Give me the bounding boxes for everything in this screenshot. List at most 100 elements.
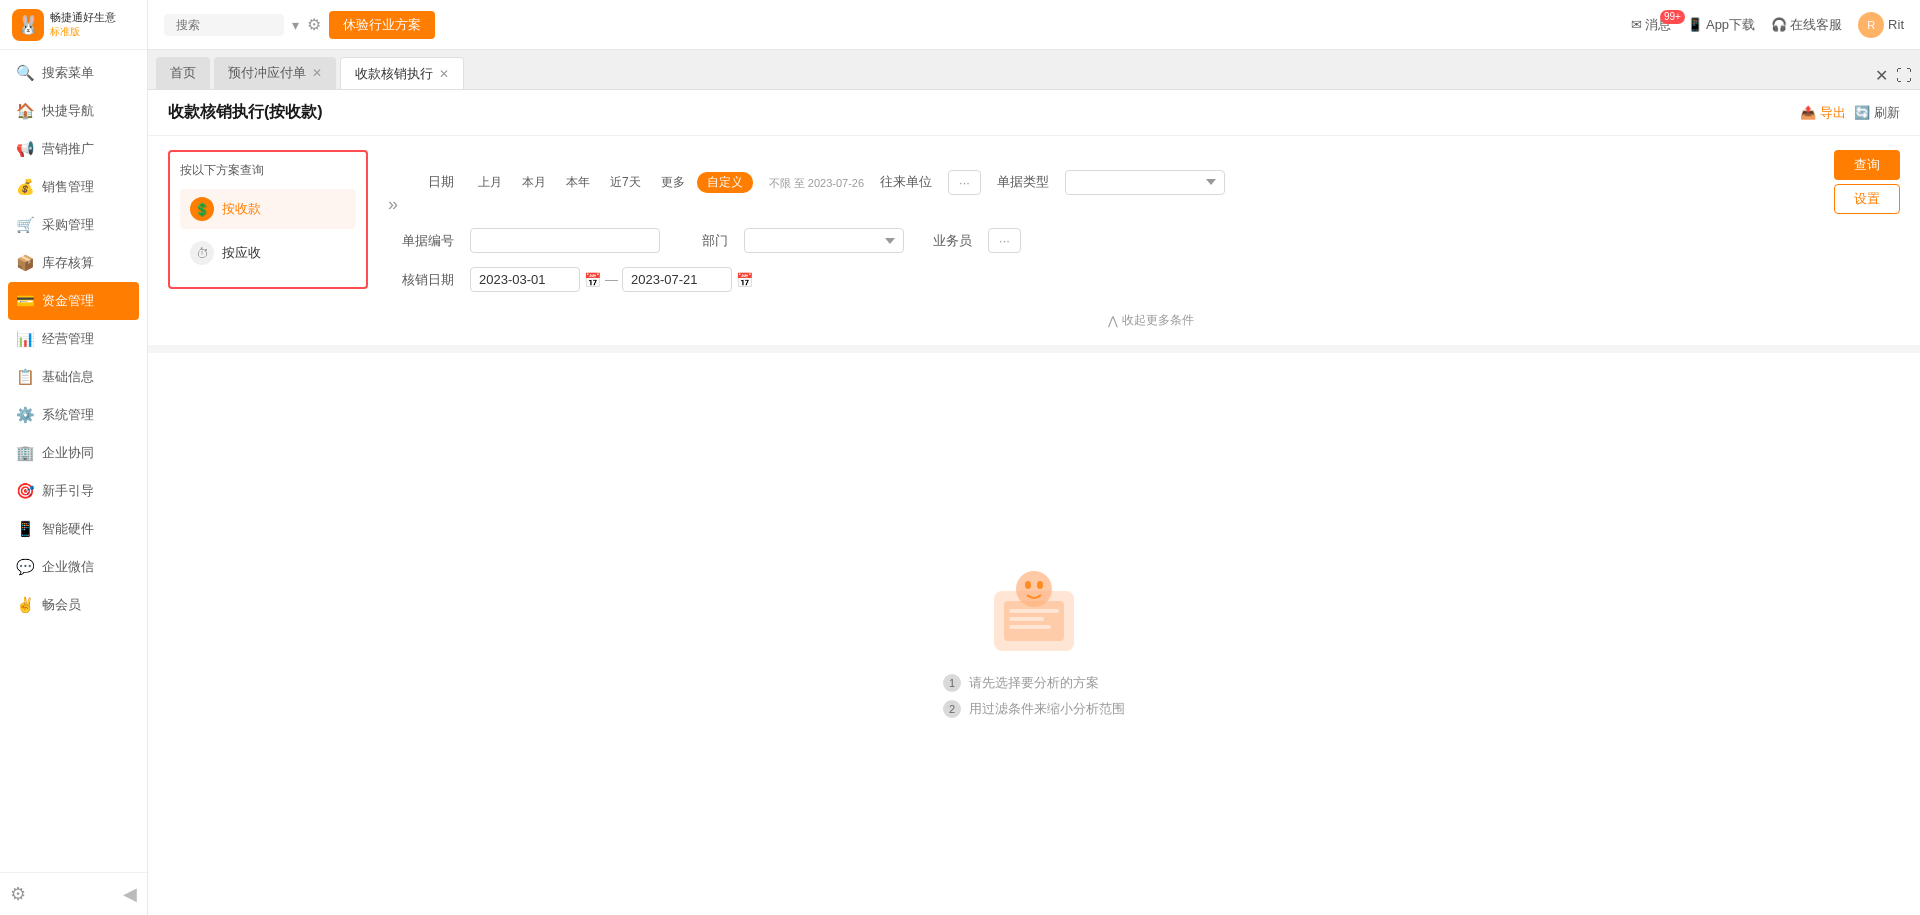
download-icon: 📱 bbox=[1687, 17, 1703, 32]
staff-label: 业务员 bbox=[920, 232, 972, 250]
partner-input[interactable]: ··· bbox=[948, 170, 981, 195]
username: Rit bbox=[1888, 17, 1904, 32]
date-no-limit: 不限 至 2023-07-26 bbox=[769, 176, 864, 191]
sidebar-item-search[interactable]: 🔍 搜索菜单 bbox=[0, 54, 147, 92]
sidebar-item-operation[interactable]: 📊 经营管理 bbox=[0, 320, 147, 358]
empty-tip-2: 2 用过滤条件来缩小分析范围 bbox=[943, 700, 1125, 718]
sidebar-item-purchase[interactable]: 🛒 采购管理 bbox=[0, 206, 147, 244]
doc-type-label: 单据类型 bbox=[997, 173, 1049, 191]
export-icon: 📤 bbox=[1800, 105, 1816, 120]
topbar-right: ✉ 消息 99+ 📱 App下载 🎧 在线客服 R Rit bbox=[1631, 12, 1904, 38]
date-label: 日期 bbox=[402, 173, 454, 191]
date-btn-this-month[interactable]: 本月 bbox=[514, 172, 554, 193]
newbie-icon: 🎯 bbox=[16, 482, 34, 500]
calendar-to-icon[interactable]: 📅 bbox=[736, 272, 753, 288]
topbar-left: ▾ ⚙ 休验行业方案 bbox=[164, 11, 435, 39]
date-btn-7days[interactable]: 近7天 bbox=[602, 172, 649, 193]
filter-row-3: 核销日期 📅 — 📅 bbox=[402, 267, 1900, 292]
export-button[interactable]: 📤 导出 bbox=[1800, 104, 1846, 122]
tab-prepay-close[interactable]: ✕ bbox=[312, 66, 322, 80]
svg-rect-5 bbox=[1009, 609, 1059, 613]
sidebar-item-newbie[interactable]: 🎯 新手引导 bbox=[0, 472, 147, 510]
search-nav-icon: 🔍 bbox=[16, 64, 34, 82]
message-icon: ✉ bbox=[1631, 17, 1642, 32]
empty-tip-1: 1 请先选择要分析的方案 bbox=[943, 674, 1125, 692]
sidebar-item-wechat[interactable]: 💬 企业微信 bbox=[0, 548, 147, 586]
svg-point-2 bbox=[1016, 571, 1052, 607]
industry-solution-button[interactable]: 休验行业方案 bbox=[329, 11, 435, 39]
verify-date-label: 核销日期 bbox=[402, 271, 454, 289]
filter-option-by-receivable[interactable]: ⏱ 按应收 bbox=[180, 233, 356, 273]
topbar-gear-button[interactable]: ⚙ bbox=[307, 15, 321, 34]
tab-receipt-verify-close[interactable]: ✕ bbox=[439, 67, 449, 81]
chevron-up-icon: ⋀ bbox=[1108, 314, 1118, 328]
tabs-actions: ✕ ⛶ bbox=[1875, 66, 1912, 89]
message-button[interactable]: ✉ 消息 99+ bbox=[1631, 16, 1671, 34]
sidebar-item-system[interactable]: ⚙️ 系统管理 bbox=[0, 396, 147, 434]
verify-date-range: 📅 — 📅 bbox=[470, 267, 753, 292]
date-btn-custom[interactable]: 自定义 bbox=[697, 172, 753, 193]
query-button[interactable]: 查询 bbox=[1834, 150, 1900, 180]
online-service-link[interactable]: 🎧 在线客服 bbox=[1771, 16, 1842, 34]
basic-icon: 📋 bbox=[16, 368, 34, 386]
user-info[interactable]: R Rit bbox=[1858, 12, 1904, 38]
tab-receipt-verify[interactable]: 收款核销执行 ✕ bbox=[340, 57, 464, 89]
logo-icon: 🐰 bbox=[12, 9, 44, 41]
sidebar-item-enterprise[interactable]: 🏢 企业协同 bbox=[0, 434, 147, 472]
doc-type-select[interactable] bbox=[1065, 170, 1225, 195]
sidebar-item-member[interactable]: ✌️ 畅会员 bbox=[0, 586, 147, 624]
sidebar-item-marketing[interactable]: 📢 营销推广 bbox=[0, 130, 147, 168]
close-tab-button[interactable]: ✕ bbox=[1875, 66, 1888, 85]
app-version: 标准版 bbox=[50, 25, 116, 39]
sidebar-item-basic[interactable]: 📋 基础信息 bbox=[0, 358, 147, 396]
svg-point-4 bbox=[1037, 581, 1043, 589]
page-header: 收款核销执行(按收款) 📤 导出 🔄 刷新 bbox=[148, 90, 1920, 136]
headset-icon: 🎧 bbox=[1771, 17, 1787, 32]
filter-row-2: 单据编号 部门 业务员 ··· bbox=[402, 228, 1900, 253]
sales-icon: 💰 bbox=[16, 178, 34, 196]
date-btn-this-year[interactable]: 本年 bbox=[558, 172, 598, 193]
filter-panel: 按以下方案查询 💲 按收款 ⏱ 按应收 bbox=[168, 150, 368, 289]
dept-label: 部门 bbox=[676, 232, 728, 250]
calendar-from-icon[interactable]: 📅 bbox=[584, 272, 601, 288]
operation-icon: 📊 bbox=[16, 330, 34, 348]
filter-option-by-receipt[interactable]: 💲 按收款 bbox=[180, 189, 356, 229]
filter-right: 日期 上月 本月 本年 近7天 更多 自定义 不限 至 2023-07-26 bbox=[402, 150, 1900, 331]
topbar-search-input[interactable] bbox=[164, 14, 284, 36]
date-btn-more[interactable]: 更多 bbox=[653, 172, 693, 193]
page-container: 收款核销执行(按收款) 📤 导出 🔄 刷新 按以下 bbox=[148, 90, 1920, 915]
svg-rect-6 bbox=[1009, 617, 1044, 621]
filter-row-1: 日期 上月 本月 本年 近7天 更多 自定义 不限 至 2023-07-26 bbox=[402, 150, 1900, 214]
refresh-button[interactable]: 🔄 刷新 bbox=[1854, 104, 1900, 122]
set-button[interactable]: 设置 bbox=[1834, 184, 1900, 214]
tabs-bar: 首页 预付冲应付单 ✕ 收款核销执行 ✕ ✕ ⛶ bbox=[148, 50, 1920, 90]
sidebar-item-sales[interactable]: 💰 销售管理 bbox=[0, 168, 147, 206]
verify-date-to[interactable] bbox=[622, 267, 732, 292]
date-btn-last-month[interactable]: 上月 bbox=[470, 172, 510, 193]
purchase-icon: 🛒 bbox=[16, 216, 34, 234]
sidebar-item-quicknav[interactable]: 🏠 快捷导航 bbox=[0, 92, 147, 130]
tab-prepay[interactable]: 预付冲应付单 ✕ bbox=[214, 57, 336, 89]
filter-panel-collapse[interactable]: » bbox=[384, 190, 402, 219]
collapse-more-conditions[interactable]: ⋀ 收起更多条件 bbox=[402, 306, 1900, 331]
verify-date-from[interactable] bbox=[470, 267, 580, 292]
empty-illustration bbox=[974, 551, 1094, 674]
inventory-icon: 📦 bbox=[16, 254, 34, 272]
message-badge: 99+ bbox=[1660, 10, 1685, 24]
maximize-button[interactable]: ⛶ bbox=[1896, 67, 1912, 85]
dept-select[interactable] bbox=[744, 228, 904, 253]
topbar-dropdown-button[interactable]: ▾ bbox=[292, 17, 299, 33]
receivable-option-icon: ⏱ bbox=[190, 241, 214, 265]
doc-no-input[interactable] bbox=[470, 228, 660, 253]
app-download-link[interactable]: 📱 App下载 bbox=[1687, 16, 1755, 34]
tab-home[interactable]: 首页 bbox=[156, 57, 210, 89]
sidebar-collapse-button[interactable]: ◀ bbox=[123, 883, 137, 905]
settings-button[interactable]: ⚙ bbox=[10, 883, 26, 905]
staff-input[interactable]: ··· bbox=[988, 228, 1021, 253]
sidebar-item-capital[interactable]: 💳 资金管理 bbox=[8, 282, 139, 320]
marketing-icon: 📢 bbox=[16, 140, 34, 158]
sidebar-nav: 🔍 搜索菜单 🏠 快捷导航 📢 营销推广 💰 销售管理 🛒 采购管理 📦 库存核… bbox=[0, 50, 147, 872]
sidebar-item-inventory[interactable]: 📦 库存核算 bbox=[0, 244, 147, 282]
enterprise-icon: 🏢 bbox=[16, 444, 34, 462]
sidebar-item-hardware[interactable]: 📱 智能硬件 bbox=[0, 510, 147, 548]
